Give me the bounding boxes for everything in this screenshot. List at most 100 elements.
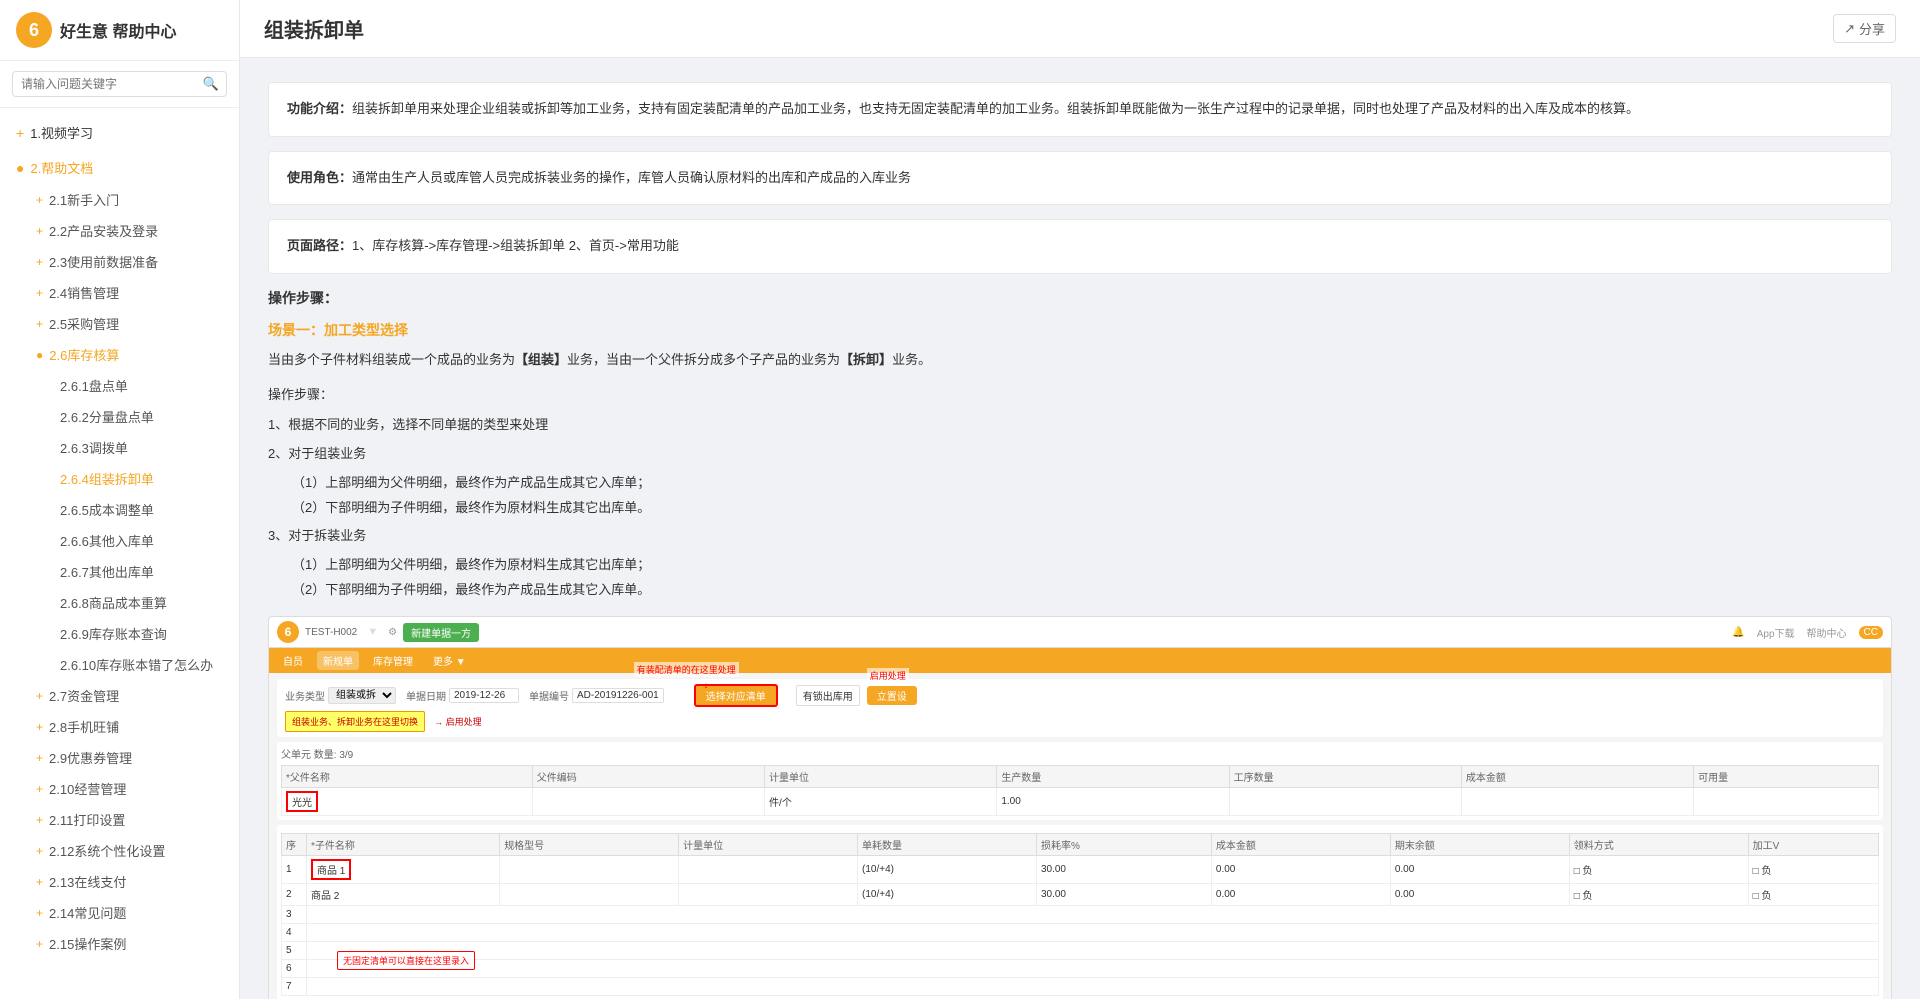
sidebar-item-print[interactable]: +2.11打印设置 [0, 804, 239, 835]
app-nav-new-doc[interactable]: 新规单 [317, 651, 359, 670]
page-header: 组装拆卸单 ↗ 分享 [240, 0, 1920, 58]
sub-step-list-assembly: （1）上部明细为父件明细，最终作为产成品生成其它入库单； （2）下部明细为子件明… [268, 471, 1892, 520]
plus-icon: + [36, 286, 43, 300]
app-child-col-seq: 序 [282, 834, 307, 856]
app-confirm-btn[interactable]: 立置设 [867, 686, 917, 705]
sidebar-section-docs-title[interactable]: ● 2.帮助文档 [0, 151, 239, 184]
sidebar-item-inventory-268[interactable]: 2.6.8商品成本重算 [12, 587, 239, 618]
main-content-area: 组装拆卸单 ↗ 分享 功能介绍：组装拆卸单用来处理企业组装或拆卸等加工业务，支持… [240, 0, 1920, 999]
role-block: 使用角色：通常由生产人员或库管人员完成拆装业务的操作，库管人员确认原材料的出库和… [268, 151, 1892, 206]
app-nav-inventory[interactable]: 库存管理 [367, 651, 419, 670]
app-select-field[interactable]: 有锁出库用 启用处理 [796, 685, 860, 706]
sidebar-item-inventory-261[interactable]: 2.6.1盘点单 [12, 370, 239, 401]
search-icon: 🔍 [203, 76, 219, 92]
app-parent-col-name: *父件名称 [282, 766, 533, 788]
sidebar-item-inventory-269[interactable]: 2.6.9库存账本查询 [12, 618, 239, 649]
operations-heading: 操作步骤： [268, 288, 1892, 308]
app-child-table-wrapper: 序 *子件名称 规格型号 计量单位 单耗数量 损耗率% 成本金额 期末余额 领料 [277, 825, 1883, 999]
sidebar-item-finance[interactable]: +2.7资金管理 [0, 680, 239, 711]
step-3-list: 3、对于拆装业务 [268, 524, 1892, 549]
app-new-doc-btn[interactable]: 新建单据一方 [403, 623, 479, 642]
app-form-date: 单据日期 2019-12-26 [406, 688, 519, 703]
app-child-col-usage: 单耗数量 [858, 834, 1037, 856]
plus-icon: + [16, 125, 24, 141]
plus-icon: + [36, 906, 43, 920]
sidebar-item-data-prep[interactable]: +2.3使用前数据准备 [0, 246, 239, 277]
sidebar-section-video-title[interactable]: + 1.视频学习 [0, 116, 239, 149]
app-screenshot: 6 TEST-H002 ▼ ⚙ 新建单据一方 🔔 App下载 帮助中心 CC 自… [269, 617, 1891, 999]
sidebar-item-coupon[interactable]: +2.9优惠券管理 [0, 742, 239, 773]
annotation-type-switch: 组装业务、拆卸业务在这里切换 [285, 711, 425, 732]
app-child-name-1[interactable]: 商品 1 [311, 859, 351, 880]
annotation-arrow1: ↓ [704, 680, 709, 690]
app-logo: 6 [277, 621, 299, 643]
sidebar-item-mobile[interactable]: +2.8手机旺铺 [0, 711, 239, 742]
plus-icon: + [36, 255, 43, 269]
plus-icon: + [36, 689, 43, 703]
sidebar-item-inventory-266[interactable]: 2.6.6其他入库单 [12, 525, 239, 556]
intro-text: 功能介绍：组装拆卸单用来处理企业组装或拆卸等加工业务，支持有固定装配清单的产品加… [287, 101, 1639, 116]
sidebar-item-install[interactable]: +2.2产品安装及登录 [0, 215, 239, 246]
share-button[interactable]: ↗ 分享 [1833, 14, 1896, 43]
app-nav-home[interactable]: 自员 [277, 651, 309, 670]
app-parent-name-input[interactable]: 光光 [286, 791, 318, 812]
sidebar-item-inventory-262[interactable]: 2.6.2分量盘点单 [12, 401, 239, 432]
app-business-type-select[interactable]: 组装或拆 [328, 687, 396, 704]
sidebar-item-inventory-2610[interactable]: 2.6.10库存账本错了怎么办 [12, 649, 239, 680]
app-form-header: 业务类型 组装或拆 单据日期 2019-12-26 [277, 679, 1883, 737]
app-form-area: 业务类型 组装或拆 单据日期 2019-12-26 [269, 673, 1891, 999]
sidebar-section-docs[interactable]: ● 2.帮助文档 +2.1新手入门 +2.2产品安装及登录 +2.3使用前数据准… [0, 151, 239, 959]
plus-icon: + [36, 720, 43, 734]
app-download-label: App下载 [1757, 625, 1795, 640]
sidebar-item-inventory-267[interactable]: 2.6.7其他出库单 [12, 556, 239, 587]
step-3: 3、对于拆装业务 [268, 524, 1892, 549]
sidebar-item-sales[interactable]: +2.4销售管理 [0, 277, 239, 308]
sidebar-docs-subitems: +2.1新手入门 +2.2产品安装及登录 +2.3使用前数据准备 +2.4销售管… [0, 184, 239, 959]
annotation-enable-text: 启用处理 [867, 668, 909, 683]
plus-icon: + [36, 875, 43, 889]
annotation-enable-text2: → 启用处理 [434, 715, 482, 728]
step-1: 1、根据不同的业务，选择不同单据的类型来处理 [268, 413, 1892, 438]
app-child-table: 序 *子件名称 规格型号 计量单位 单耗数量 损耗率% 成本金额 期末余额 领料 [281, 833, 1879, 996]
annotation-bom-text: 有装配清单的在这里处理 [634, 662, 739, 677]
sidebar-item-inventory[interactable]: ● 2.6库存核算 [0, 339, 239, 370]
app-nav-more[interactable]: 更多 ▼ [427, 651, 472, 670]
app-nav-bar: 自员 新规单 库存管理 更多 ▼ [269, 648, 1891, 673]
app-parent-col-qty: 生产数量 [997, 766, 1229, 788]
app-child-row-7: 7 [282, 978, 1879, 996]
app-child-col-balance: 期末余额 [1390, 834, 1569, 856]
sidebar-item-faq[interactable]: +2.14常见问题 [0, 897, 239, 928]
app-doc-number-input[interactable]: AD-20191226-001 [572, 688, 664, 703]
app-date-input[interactable]: 2019-12-26 [449, 688, 519, 703]
sidebar-section-video[interactable]: + 1.视频学习 [0, 116, 239, 149]
sidebar-item-inventory-264[interactable]: 2.6.4组装拆卸单 [12, 463, 239, 494]
sub-step-list-disassembly: （1）上部明细为父件明细，最终作为原材料生成其它出库单； （2）下部明细为子件明… [268, 553, 1892, 602]
app-child-col-unit: 计量单位 [679, 834, 858, 856]
sidebar: 6 好生意 帮助中心 🔍 + 1.视频学习 ● 2.帮助文档 +2.1新手入门 … [0, 0, 240, 999]
sidebar-item-inventory-263[interactable]: 2.6.3调拨单 [12, 432, 239, 463]
sub-step-assembly-1: （1）上部明细为父件明细，最终作为产成品生成其它入库单； [292, 471, 1892, 496]
plus-icon: + [36, 813, 43, 827]
plus-icon: + [36, 193, 43, 207]
sidebar-item-operations[interactable]: +2.10经营管理 [0, 773, 239, 804]
app-help-label: 帮助中心 [1807, 625, 1847, 640]
sidebar-item-new-user[interactable]: +2.1新手入门 [0, 184, 239, 215]
search-area[interactable]: 🔍 [0, 61, 239, 108]
sidebar-item-inventory-265[interactable]: 2.6.5成本调整单 [12, 494, 239, 525]
app-parent-row-1: 光光 件/个 1.00 [282, 788, 1879, 816]
app-user-avatar: CC [1859, 626, 1883, 639]
app-child-col-method: 领料方式 [1569, 834, 1748, 856]
app-child-row-1: 1 商品 1 (10/+4) 30.00 0.00 0.00 □ 负 [282, 856, 1879, 884]
sidebar-item-payment[interactable]: +2.13在线支付 [0, 866, 239, 897]
search-input[interactable] [12, 71, 227, 97]
app-parent-col-unit: 计量单位 [765, 766, 997, 788]
app-parent-table: *父件名称 父件编码 计量单位 生产数量 工序数量 成本金额 可用量 [281, 765, 1879, 816]
app-parent-col-code: 父件编码 [532, 766, 764, 788]
sidebar-inventory-children: 2.6.1盘点单 2.6.2分量盘点单 2.6.3调拨单 2.6.4组装拆卸单 … [0, 370, 239, 680]
sidebar-item-purchase[interactable]: +2.5采购管理 [0, 308, 239, 339]
app-child-col-loss: 损耗率% [1036, 834, 1211, 856]
step-2: 2、对于组装业务 [268, 442, 1892, 467]
sidebar-item-system[interactable]: +2.12系统个性化设置 [0, 835, 239, 866]
app-form-type: 业务类型 组装或拆 [285, 687, 396, 704]
sidebar-item-cases[interactable]: +2.15操作案例 [0, 928, 239, 959]
